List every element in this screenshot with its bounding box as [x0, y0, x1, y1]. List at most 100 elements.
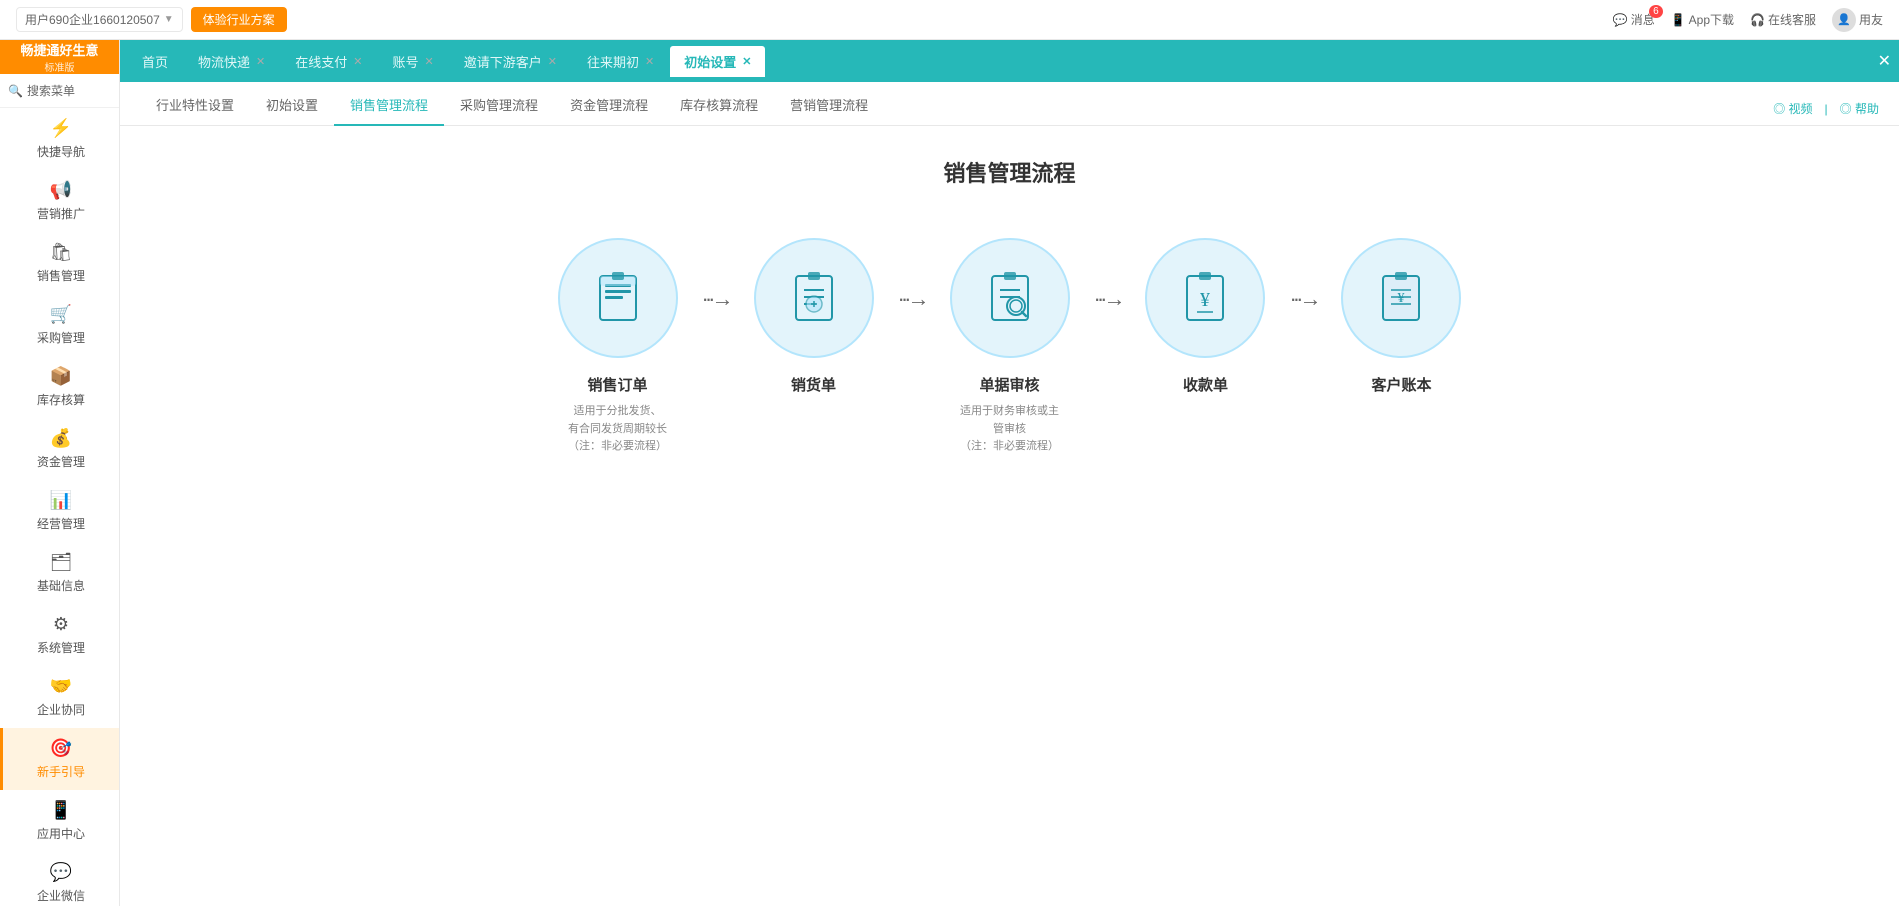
guide-icon: 🎯: [50, 738, 72, 759]
flow-arrow-1: ···→: [702, 238, 730, 312]
top-bar-left: 用户690企业1660120507 ▼ 体验行业方案: [16, 7, 287, 32]
flow-circle-audit[interactable]: [950, 238, 1070, 358]
subtab-inventory-flow[interactable]: 库存核算流程: [664, 85, 774, 126]
sidebar-item-finance[interactable]: 💰 资金管理: [0, 418, 119, 480]
basic-icon: 🗂: [50, 552, 73, 573]
sidebar-item-apps[interactable]: 📱 应用中心: [0, 790, 119, 852]
account-icon: ¥: [1373, 270, 1429, 326]
sidebar-item-basic[interactable]: 🗂 基础信息: [0, 542, 119, 604]
app-download-item[interactable]: 📱 App下载: [1671, 11, 1734, 28]
system-icon: ⚙: [53, 614, 69, 635]
flow-step-audit: 单据审核 适用于财务审核或主管审核（注：非必要流程）: [930, 238, 1090, 456]
close-all-tabs[interactable]: ✕: [1878, 51, 1891, 71]
tab-home[interactable]: 首页: [128, 46, 182, 77]
flow-arrow-2: ···→: [898, 238, 926, 312]
sidebar-label-inventory: 库存核算: [37, 391, 85, 408]
subtab-initial[interactable]: 初始设置: [250, 85, 334, 126]
sidebar-label-wechat: 企业微信: [37, 887, 85, 904]
sidebar-item-inventory[interactable]: 📦 库存核算: [0, 356, 119, 418]
inventory-icon: 📦: [50, 366, 72, 387]
subtab-inventory-flow-label: 库存核算流程: [680, 98, 758, 113]
sales-icon: 🛍: [50, 242, 73, 263]
flow-step-receipt: ¥ 收款单: [1125, 238, 1285, 403]
sidebar-label-finance: 资金管理: [37, 453, 85, 470]
flow-label-sales-order: 销售订单: [588, 374, 648, 395]
marketing-icon: 📢: [50, 180, 72, 201]
sidebar-label-sales: 销售管理: [37, 267, 85, 284]
sidebar: 畅捷通好生意 标准版 🔍 搜索菜单 ⚡ 快捷导航 📢 营销推广 🛍 销售管理 🛒…: [0, 40, 120, 906]
sidebar-item-collab[interactable]: 🤝 企业协同: [0, 666, 119, 728]
receipt-icon: ¥: [1177, 270, 1233, 326]
tab-payment-label: 在线支付: [295, 52, 347, 71]
tab-invite[interactable]: 邀请下游客户 ✕: [450, 46, 571, 77]
sidebar-label-purchase: 采购管理: [37, 329, 85, 346]
tab-invite-close[interactable]: ✕: [548, 55, 557, 68]
tab-account-close[interactable]: ✕: [425, 55, 434, 68]
flow-circle-receipt[interactable]: ¥: [1145, 238, 1265, 358]
collab-icon: 🤝: [50, 676, 72, 697]
sidebar-item-purchase[interactable]: 🛒 采购管理: [0, 294, 119, 356]
sidebar-item-quick-nav[interactable]: ⚡ 快捷导航: [0, 108, 119, 170]
sidebar-item-guide[interactable]: 🎯 新手引导: [0, 728, 119, 790]
sidebar-item-operation[interactable]: 📊 经营管理: [0, 480, 119, 542]
subtab-sales-flow[interactable]: 销售管理流程: [334, 85, 444, 126]
sidebar-item-sales[interactable]: 🛍 销售管理: [0, 232, 119, 294]
tab-initial-setup-close[interactable]: ✕: [742, 55, 751, 68]
flow-step-sales-order: 销售订单 适用于分批发货、有合同发货周期较长（注：非必要流程）: [538, 238, 698, 456]
subtab-finance-flow-label: 资金管理流程: [570, 98, 648, 113]
flow-circle-sales-order[interactable]: [558, 238, 678, 358]
tab-period[interactable]: 往来期初 ✕: [573, 46, 668, 77]
apps-icon: 📱: [50, 800, 72, 821]
app-icon: 📱: [1671, 13, 1686, 27]
quick-nav-icon: ⚡: [50, 118, 72, 139]
user-name: 用友: [1859, 11, 1883, 28]
audit-icon: [982, 270, 1038, 326]
wechat-icon: 💬: [50, 862, 72, 883]
delivery-icon: [786, 270, 842, 326]
nav-tabs: 首页 物流快递 ✕ 在线支付 ✕ 账号 ✕ 邀请下游客户 ✕ 往来期初 ✕: [120, 40, 1899, 82]
service-item[interactable]: 🎧 在线客服: [1750, 11, 1816, 28]
subtab-industry[interactable]: 行业特性设置: [140, 85, 250, 126]
tab-logistics-label: 物流快递: [198, 52, 250, 71]
flow-step-delivery: 销货单: [734, 238, 894, 403]
flow-circle-account[interactable]: ¥: [1341, 238, 1461, 358]
logo-sub: 标准版: [45, 59, 75, 74]
purchase-icon: 🛒: [50, 304, 72, 325]
subtab-sales-flow-label: 销售管理流程: [350, 98, 428, 113]
tab-payment[interactable]: 在线支付 ✕: [281, 46, 376, 77]
app-label: App下载: [1689, 11, 1734, 28]
sidebar-logo: 畅捷通好生意 标准版: [0, 40, 119, 74]
subtab-marketing-flow[interactable]: 营销管理流程: [774, 85, 884, 126]
sidebar-item-system[interactable]: ⚙ 系统管理: [0, 604, 119, 666]
video-link[interactable]: ◎ 视频: [1773, 100, 1812, 117]
user-selector[interactable]: 用户690企业1660120507 ▼: [16, 7, 183, 32]
subtab-purchase-flow[interactable]: 采购管理流程: [444, 85, 554, 126]
sidebar-search[interactable]: 🔍 搜索菜单: [0, 74, 119, 108]
tab-account[interactable]: 账号 ✕: [378, 46, 447, 77]
message-badge: 6: [1649, 5, 1663, 18]
sidebar-item-marketing[interactable]: 📢 营销推广: [0, 170, 119, 232]
sidebar-item-wechat[interactable]: 💬 企业微信: [0, 852, 119, 906]
flow-arrow-3: ···→: [1094, 238, 1122, 312]
user-avatar-item[interactable]: 👤 用友: [1832, 8, 1883, 32]
message-icon-item[interactable]: 💬 消息 6: [1613, 11, 1655, 28]
content-area: 首页 物流快递 ✕ 在线支付 ✕ 账号 ✕ 邀请下游客户 ✕ 往来期初 ✕: [120, 40, 1899, 906]
subtab-initial-label: 初始设置: [266, 98, 318, 113]
tab-initial-setup[interactable]: 初始设置 ✕: [670, 46, 765, 77]
tab-logistics-close[interactable]: ✕: [256, 55, 265, 68]
headset-icon: 🎧: [1750, 13, 1765, 27]
tab-logistics[interactable]: 物流快递 ✕: [184, 46, 279, 77]
flow-circle-delivery[interactable]: [754, 238, 874, 358]
subtab-purchase-flow-label: 采购管理流程: [460, 98, 538, 113]
sub-tabs: 行业特性设置 初始设置 销售管理流程 采购管理流程 资金管理流程 库存核算流程 …: [120, 82, 1899, 126]
operation-icon: 📊: [50, 490, 72, 511]
sidebar-label-operation: 经营管理: [37, 515, 85, 532]
tab-payment-close[interactable]: ✕: [353, 55, 362, 68]
trial-button[interactable]: 体验行业方案: [191, 7, 287, 32]
service-label: 在线客服: [1768, 11, 1816, 28]
tab-account-label: 账号: [392, 52, 418, 71]
tab-period-close[interactable]: ✕: [645, 55, 654, 68]
subtab-finance-flow[interactable]: 资金管理流程: [554, 85, 664, 126]
help-link[interactable]: ◎ 帮助: [1840, 100, 1879, 117]
message-icon: 💬: [1613, 13, 1628, 27]
